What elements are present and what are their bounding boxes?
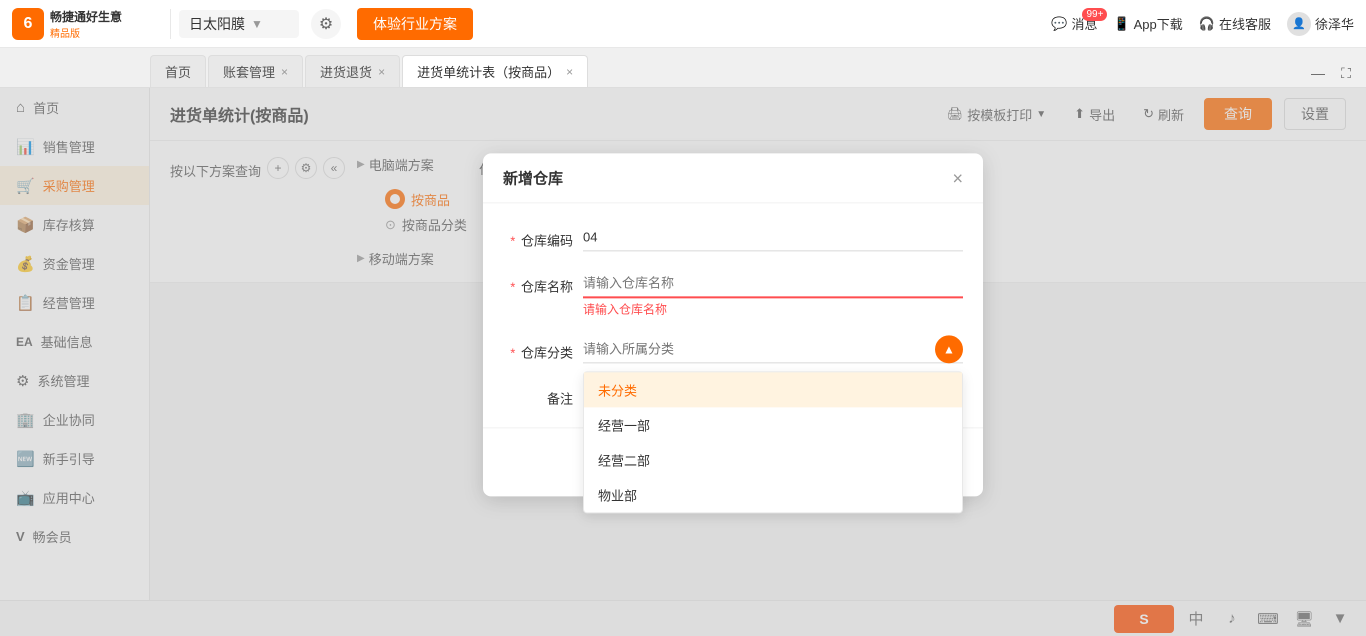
modal-body: * 仓库编码 * 仓库名称 请输入仓库名称 * 仓库分类 — [483, 203, 983, 409]
category-field-row: * 仓库分类 ▲ 未分类 经营一部 经营二部 物业部 — [503, 335, 963, 363]
logo-area: 6 畅捷通好生意 精品版 — [12, 8, 162, 40]
tab-home[interactable]: 首页 — [150, 55, 206, 87]
dropdown-option-3[interactable]: 物业部 — [584, 477, 962, 512]
tab-account[interactable]: 账套管理 × — [208, 55, 303, 87]
message-badge: 99+ — [1082, 8, 1107, 21]
name-field-row: * 仓库名称 请输入仓库名称 — [503, 269, 963, 317]
code-field-row: * 仓库编码 — [503, 223, 963, 251]
app-logo-icon: 6 — [12, 8, 44, 40]
tab-close-stats[interactable]: × — [566, 65, 573, 79]
name-label: * 仓库名称 — [503, 269, 573, 295]
tab-close-account[interactable]: × — [281, 65, 288, 79]
code-input-wrap — [583, 223, 963, 251]
dropdown-option-1[interactable]: 经营一部 — [584, 407, 962, 442]
message-button[interactable]: 💬 消息 99+ — [1051, 14, 1097, 33]
name-input[interactable] — [583, 269, 963, 298]
tab-minimize-button[interactable]: — — [1306, 61, 1330, 85]
new-warehouse-modal: 新增仓库 × * 仓库编码 * 仓库名称 请输入仓库名称 — [483, 153, 983, 496]
user-button[interactable]: 👤 徐泽华 — [1287, 12, 1354, 36]
settings-icon[interactable]: ⚙ — [311, 9, 341, 39]
store-selector[interactable]: 日太阳膜 ▼ — [179, 10, 299, 38]
header-actions: ⚙ 体验行业方案 — [311, 8, 473, 40]
notes-label: 备注 — [503, 381, 573, 407]
modal-close-button[interactable]: × — [952, 169, 963, 187]
logo-text: 畅捷通好生意 精品版 — [50, 8, 122, 40]
tab-close-return[interactable]: × — [378, 65, 385, 79]
code-label: * 仓库编码 — [503, 223, 573, 249]
category-label: * 仓库分类 — [503, 335, 573, 361]
name-error-text: 请输入仓库名称 — [583, 300, 963, 317]
name-input-wrap: 请输入仓库名称 — [583, 269, 963, 317]
dropdown-option-2[interactable]: 经营二部 — [584, 442, 962, 477]
online-service-button[interactable]: 🎧 在线客服 — [1199, 14, 1271, 33]
divider — [170, 9, 171, 39]
phone-icon: 📱 — [1113, 16, 1129, 32]
tab-controls: — ⛶ — [1306, 61, 1366, 87]
modal-header: 新增仓库 × — [483, 153, 983, 203]
try-industry-button[interactable]: 体验行业方案 — [357, 8, 473, 40]
top-header: 6 畅捷通好生意 精品版 日太阳膜 ▼ ⚙ 体验行业方案 💬 消息 99+ 📱 … — [0, 0, 1366, 48]
tab-expand-button[interactable]: ⛶ — [1334, 61, 1358, 85]
headset-icon: 🎧 — [1199, 16, 1215, 32]
header-right: 💬 消息 99+ 📱 App下载 🎧 在线客服 👤 徐泽华 — [1051, 12, 1354, 36]
modal-title: 新增仓库 — [503, 167, 563, 188]
code-input[interactable] — [583, 223, 963, 251]
message-icon: 💬 — [1051, 16, 1067, 32]
dropdown-option-0[interactable]: 未分类 — [584, 372, 962, 407]
dropdown-toggle-button[interactable]: ▲ — [935, 335, 963, 363]
tab-purchase-stats[interactable]: 进货单统计表（按商品） × — [402, 55, 588, 87]
dropdown-arrow-icon: ▼ — [251, 17, 263, 31]
tab-bar: 首页 账套管理 × 进货退货 × 进货单统计表（按商品） × — ⛶ — [0, 48, 1366, 88]
category-dropdown-wrap: ▲ 未分类 经营一部 经营二部 物业部 — [583, 335, 963, 363]
category-dropdown-list: 未分类 经营一部 经营二部 物业部 — [583, 371, 963, 513]
tab-purchase-return[interactable]: 进货退货 × — [305, 55, 400, 87]
avatar: 👤 — [1287, 12, 1311, 36]
category-input[interactable] — [583, 335, 963, 363]
app-download-button[interactable]: 📱 App下载 — [1113, 14, 1182, 33]
